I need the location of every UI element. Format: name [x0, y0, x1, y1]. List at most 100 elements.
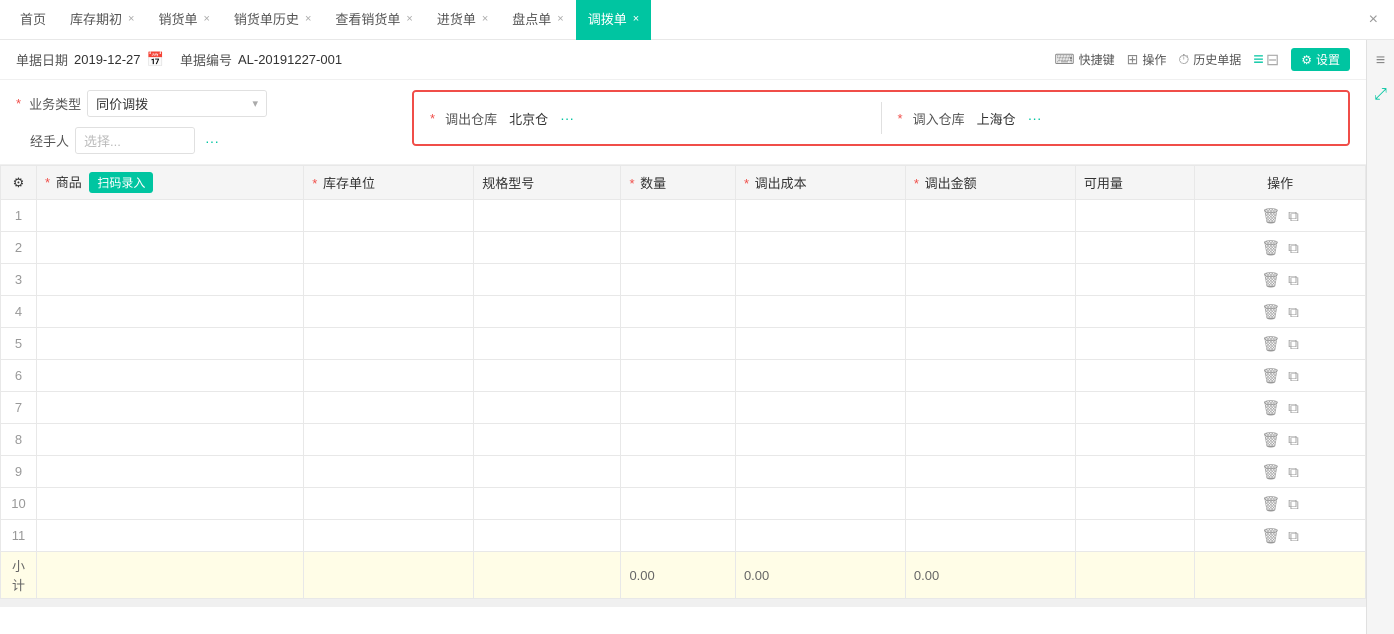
tab-close-transfer[interactable]: × [633, 13, 639, 25]
copy-icon[interactable]: ⧉ [1288, 400, 1299, 417]
unit-cell[interactable] [304, 488, 474, 520]
operations-button[interactable]: ⊞ 操作 [1127, 51, 1167, 68]
history-button[interactable]: ⏱ 历史单据 [1178, 51, 1241, 68]
cost-cell[interactable] [735, 264, 905, 296]
product-cell[interactable] [37, 488, 304, 520]
tab-purchase[interactable]: 进货单 × [425, 0, 500, 40]
amount-cell[interactable] [905, 232, 1075, 264]
spec-cell[interactable] [474, 200, 621, 232]
sidebar-list-icon[interactable]: ≡ [1372, 48, 1389, 74]
unit-cell[interactable] [304, 360, 474, 392]
delete-icon[interactable]: 🗑 [1261, 368, 1280, 385]
unit-cell[interactable] [304, 328, 474, 360]
qty-cell[interactable] [621, 200, 736, 232]
product-cell[interactable] [37, 424, 304, 456]
tab-home[interactable]: 首页 [8, 0, 58, 40]
tab-close-purchase[interactable]: × [482, 13, 488, 25]
product-cell[interactable] [37, 328, 304, 360]
copy-icon[interactable]: ⧉ [1288, 240, 1299, 257]
qty-cell[interactable] [621, 296, 736, 328]
cost-cell[interactable] [735, 360, 905, 392]
amount-cell[interactable] [905, 200, 1075, 232]
copy-icon[interactable]: ⧉ [1288, 496, 1299, 513]
scan-button[interactable]: 扫码录入 [89, 172, 153, 193]
product-cell[interactable] [37, 520, 304, 552]
spec-cell[interactable] [474, 520, 621, 552]
tab-view-sales[interactable]: 查看销货单 × [323, 0, 424, 40]
qty-cell[interactable] [621, 520, 736, 552]
delete-icon[interactable]: 🗑 [1261, 240, 1280, 257]
amount-cell[interactable] [905, 424, 1075, 456]
product-cell[interactable] [37, 392, 304, 424]
tab-close-stocktake[interactable]: × [557, 13, 563, 25]
amount-cell[interactable] [905, 360, 1075, 392]
unit-cell[interactable] [304, 392, 474, 424]
setting-button[interactable]: ⚙ 设置 [1291, 48, 1350, 71]
shortcuts-button[interactable]: ⌨ 快捷键 [1054, 51, 1114, 68]
amount-cell[interactable] [905, 520, 1075, 552]
cost-cell[interactable] [735, 488, 905, 520]
delete-icon[interactable]: 🗑 [1261, 304, 1280, 321]
qty-cell[interactable] [621, 424, 736, 456]
unit-cell[interactable] [304, 232, 474, 264]
spec-cell[interactable] [474, 360, 621, 392]
delete-icon[interactable]: 🗑 [1261, 432, 1280, 449]
tab-close-sales-history[interactable]: × [305, 13, 311, 25]
unit-cell[interactable] [304, 296, 474, 328]
th-settings[interactable]: ⚙ [1, 166, 37, 200]
product-cell[interactable] [37, 200, 304, 232]
copy-icon[interactable]: ⧉ [1288, 336, 1299, 353]
spec-cell[interactable] [474, 264, 621, 296]
target-warehouse-ellipsis[interactable]: ··· [1028, 110, 1042, 126]
delete-icon[interactable]: 🗑 [1261, 272, 1280, 289]
copy-icon[interactable]: ⧉ [1288, 464, 1299, 481]
cost-cell[interactable] [735, 392, 905, 424]
product-cell[interactable] [37, 360, 304, 392]
delete-icon[interactable]: 🗑 [1261, 208, 1280, 225]
delete-icon[interactable]: 🗑 [1261, 336, 1280, 353]
tab-transfer[interactable]: 调拨单 × [576, 0, 651, 40]
cost-cell[interactable] [735, 456, 905, 488]
spec-cell[interactable] [474, 424, 621, 456]
tab-stocktake[interactable]: 盘点单 × [500, 0, 575, 40]
copy-icon[interactable]: ⧉ [1288, 528, 1299, 545]
delete-icon[interactable]: 🗑 [1261, 528, 1280, 545]
product-cell[interactable] [37, 264, 304, 296]
tab-sales-order[interactable]: 销货单 × [146, 0, 221, 40]
qty-cell[interactable] [621, 264, 736, 296]
cost-cell[interactable] [735, 424, 905, 456]
qty-cell[interactable] [621, 232, 736, 264]
calendar-icon[interactable]: 📅 [147, 51, 164, 68]
tab-close-sales-order[interactable]: × [203, 13, 209, 25]
handler-ellipsis-button[interactable]: ··· [205, 133, 219, 149]
tab-bar-close-button[interactable]: × [1361, 11, 1386, 29]
tab-close-view-sales[interactable]: × [406, 13, 412, 25]
spec-cell[interactable] [474, 232, 621, 264]
product-cell[interactable] [37, 456, 304, 488]
cost-cell[interactable] [735, 232, 905, 264]
spec-cell[interactable] [474, 296, 621, 328]
qty-cell[interactable] [621, 360, 736, 392]
qty-cell[interactable] [621, 488, 736, 520]
amount-cell[interactable] [905, 456, 1075, 488]
spec-cell[interactable] [474, 392, 621, 424]
cost-cell[interactable] [735, 296, 905, 328]
unit-cell[interactable] [304, 456, 474, 488]
amount-cell[interactable] [905, 296, 1075, 328]
unit-cell[interactable] [304, 520, 474, 552]
unit-cell[interactable] [304, 424, 474, 456]
copy-icon[interactable]: ⧉ [1288, 304, 1299, 321]
qty-cell[interactable] [621, 328, 736, 360]
cost-cell[interactable] [735, 328, 905, 360]
amount-cell[interactable] [905, 328, 1075, 360]
tab-sales-history[interactable]: 销货单历史 × [222, 0, 323, 40]
tab-close-inventory-init[interactable]: × [128, 13, 134, 25]
handler-select[interactable]: 选择... [75, 127, 195, 154]
delete-icon[interactable]: 🗑 [1261, 496, 1280, 513]
source-warehouse-ellipsis[interactable]: ··· [560, 110, 574, 126]
unit-cell[interactable] [304, 264, 474, 296]
delete-icon[interactable]: 🗑 [1261, 400, 1280, 417]
delete-icon[interactable]: 🗑 [1261, 464, 1280, 481]
copy-icon[interactable]: ⧉ [1288, 432, 1299, 449]
scroll-bar[interactable] [0, 599, 1366, 607]
